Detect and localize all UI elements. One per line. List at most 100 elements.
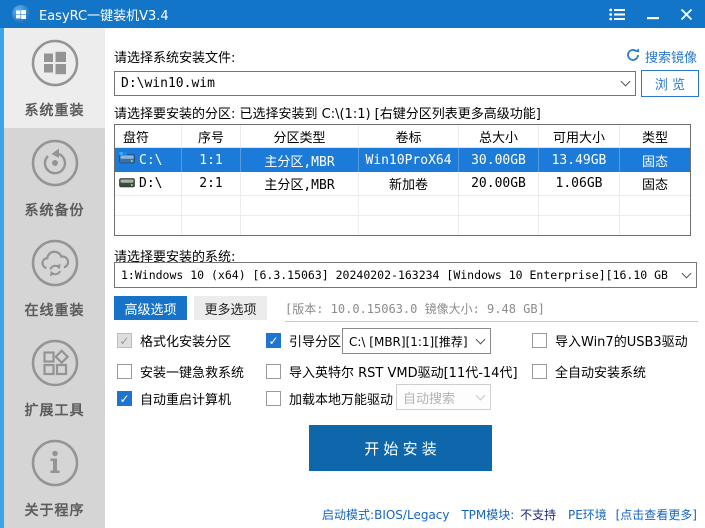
boot-mode-text: 启动模式:BIOS/Legacy — [322, 508, 450, 522]
partition-row-d[interactable]: D:\ 2:1 主分区,MBR 新加卷 20.00GB 1.06GB 固态 — [115, 172, 690, 196]
drive-icon — [119, 176, 135, 192]
menu-icon[interactable] — [609, 8, 626, 21]
partition-index: 1:1 — [182, 148, 241, 172]
option-label: 格式化安装分区 — [140, 335, 232, 350]
search-image-link[interactable]: 搜索镜像 — [626, 47, 697, 66]
option-auto-restart: 自动重启计算机 — [117, 390, 232, 408]
option-full-auto: 全自动安装系统 — [532, 363, 647, 381]
table-header-cell[interactable]: 可用大小 — [539, 125, 620, 147]
close-button[interactable] — [680, 8, 693, 21]
system-select-value: 1:Windows 10 (x64) [6.3.15063] 20240202-… — [121, 268, 668, 282]
table-header-cell[interactable]: 卷标 — [359, 125, 459, 147]
drive-icon — [119, 152, 135, 168]
window-title: EasyRC一键装机V3.4 — [39, 8, 169, 24]
table-header-row: 盘符 序号 分区类型 卷标 总大小 可用大小 类型 — [115, 125, 690, 148]
sidebar-item-label: 系统备份 — [24, 202, 85, 219]
titlebar: EasyRC一键装机V3.4 — [0, 0, 705, 28]
boot-partition-select[interactable]: C:\ [MBR][1:1][推荐] — [342, 328, 491, 354]
chevron-down-icon — [681, 268, 692, 278]
windows-icon — [29, 37, 81, 93]
driver-search-value: 自动搜索 — [403, 391, 456, 407]
option-local-driver: 加载本地万能驱动 — [266, 390, 394, 408]
version-info: [版本: 10.0.15063.0 镜像大小: 9.48 GB] — [285, 300, 698, 322]
option-label: 安装一键急救系统 — [140, 366, 245, 381]
sidebar-item-label: 在线重装 — [24, 302, 85, 319]
minimize-button[interactable] — [647, 8, 659, 21]
sidebar-item-label: 关于程序 — [24, 502, 85, 519]
file-select-label: 请选择系统安装文件: — [114, 51, 236, 66]
cloud-refresh-icon — [29, 237, 81, 293]
partition-select-label: 请选择要安装的分区: 已选择安装到 C:\(1:1) [右键分区列表更多高级功能… — [114, 107, 541, 122]
file-path-combobox[interactable]: D:\win10.wim — [114, 71, 636, 96]
option-win7-usb3: 导入Win7的USB3驱动 — [532, 332, 688, 350]
partition-disk-type: 固态 — [641, 178, 668, 193]
sidebar-item-label: 系统重装 — [24, 102, 85, 119]
option-label: 导入英特尔 RST VMD驱动[11代-14代] — [289, 366, 518, 381]
app-window: EasyRC一键装机V3.4 系统重装 系统备份 在线重装 扩展工具 关于程序 … — [0, 0, 705, 528]
refresh-icon — [626, 47, 640, 66]
checkbox-intel-rst[interactable] — [266, 364, 281, 379]
tpm-label: TPM模块: — [461, 508, 515, 522]
partition-row-c[interactable]: C:\ 1:1 主分区,MBR Win10ProX64 30.00GB 13.4… — [115, 148, 690, 172]
table-header-cell[interactable]: 盘符 — [115, 125, 182, 147]
partition-volume: 新加卷 — [359, 172, 459, 195]
partition-drive: C:\ — [139, 152, 163, 168]
info-icon — [29, 437, 81, 493]
option-label: 全自动安装系统 — [555, 366, 647, 381]
search-image-label: 搜索镜像 — [644, 51, 697, 66]
partition-table: 盘符 序号 分区类型 卷标 总大小 可用大小 类型 C:\ 1:1 主分区,MB… — [114, 124, 691, 236]
boot-partition-value: C:\ [MBR][1:1][推荐] — [349, 334, 468, 349]
partition-free: 1.06GB — [539, 172, 620, 195]
sidebar-item-system-backup[interactable]: 系统备份 — [4, 128, 105, 228]
checkbox-boot-partition[interactable] — [266, 333, 281, 348]
view-more-link[interactable]: [点击查看更多] — [616, 508, 697, 522]
table-empty-row — [115, 196, 690, 216]
option-label: 引导分区: — [289, 335, 346, 350]
file-path-value: D:\win10.wim — [121, 76, 215, 91]
option-format-partition: 格式化安装分区 — [117, 332, 232, 350]
table-header-cell[interactable]: 序号 — [182, 125, 241, 147]
browse-button[interactable]: 浏 览 — [641, 70, 699, 97]
advanced-options-button[interactable]: 高级选项 — [114, 296, 187, 320]
partition-free: 13.49GB — [539, 148, 620, 172]
checkbox-auto-restart[interactable] — [117, 391, 132, 406]
partition-index: 2:1 — [182, 172, 241, 195]
option-intel-rst: 导入英特尔 RST VMD驱动[11代-14代] — [266, 363, 518, 381]
sidebar-item-about-program[interactable]: 关于程序 — [4, 428, 105, 528]
partition-drive: D:\ — [139, 176, 163, 191]
option-label: 加载本地万能驱动 — [289, 393, 394, 408]
driver-search-select: 自动搜索 — [396, 384, 491, 410]
restore-arrow-icon — [29, 137, 81, 193]
checkbox-win7-usb3[interactable] — [532, 333, 547, 348]
partition-disk-type: 固态 — [641, 154, 668, 170]
option-rescue-system: 安装一键急救系统 — [117, 363, 245, 381]
checkbox-rescue-system[interactable] — [117, 364, 132, 379]
chevron-down-icon — [620, 76, 631, 87]
sidebar-item-online-reinstall[interactable]: 在线重装 — [4, 228, 105, 328]
table-empty-row — [115, 216, 690, 235]
option-label: 导入Win7的USB3驱动 — [555, 335, 688, 350]
sidebar-item-system-reinstall[interactable]: 系统重装 — [4, 28, 105, 128]
tools-grid-icon — [29, 337, 81, 393]
chevron-down-icon — [475, 334, 486, 344]
pe-env-text: PE环境 — [567, 508, 607, 522]
chevron-down-icon — [475, 390, 486, 400]
partition-type: 主分区,MBR — [241, 172, 359, 195]
table-header-cell[interactable]: 分区类型 — [241, 125, 359, 147]
checkbox-full-auto[interactable] — [532, 364, 547, 379]
partition-total: 20.00GB — [459, 172, 539, 195]
checkbox-local-driver[interactable] — [266, 391, 281, 406]
sidebar-item-extension-tools[interactable]: 扩展工具 — [4, 328, 105, 428]
option-label: 自动重启计算机 — [140, 393, 232, 408]
sidebar: 系统重装 系统备份 在线重装 扩展工具 关于程序 — [4, 28, 105, 528]
checkbox-format-partition[interactable] — [117, 333, 132, 348]
sidebar-item-label: 扩展工具 — [24, 402, 85, 419]
system-select-combobox[interactable]: 1:Windows 10 (x64) [6.3.15063] 20240202-… — [114, 262, 697, 288]
table-header-cell[interactable]: 类型 — [620, 125, 690, 147]
partition-type: 主分区,MBR — [241, 148, 359, 172]
partition-volume: Win10ProX64 — [359, 148, 459, 172]
option-boot-partition: 引导分区: — [266, 332, 346, 350]
more-options-button[interactable]: 更多选项 — [194, 296, 267, 320]
table-header-cell[interactable]: 总大小 — [459, 125, 539, 147]
start-install-button[interactable]: 开 始 安 装 — [309, 425, 492, 471]
